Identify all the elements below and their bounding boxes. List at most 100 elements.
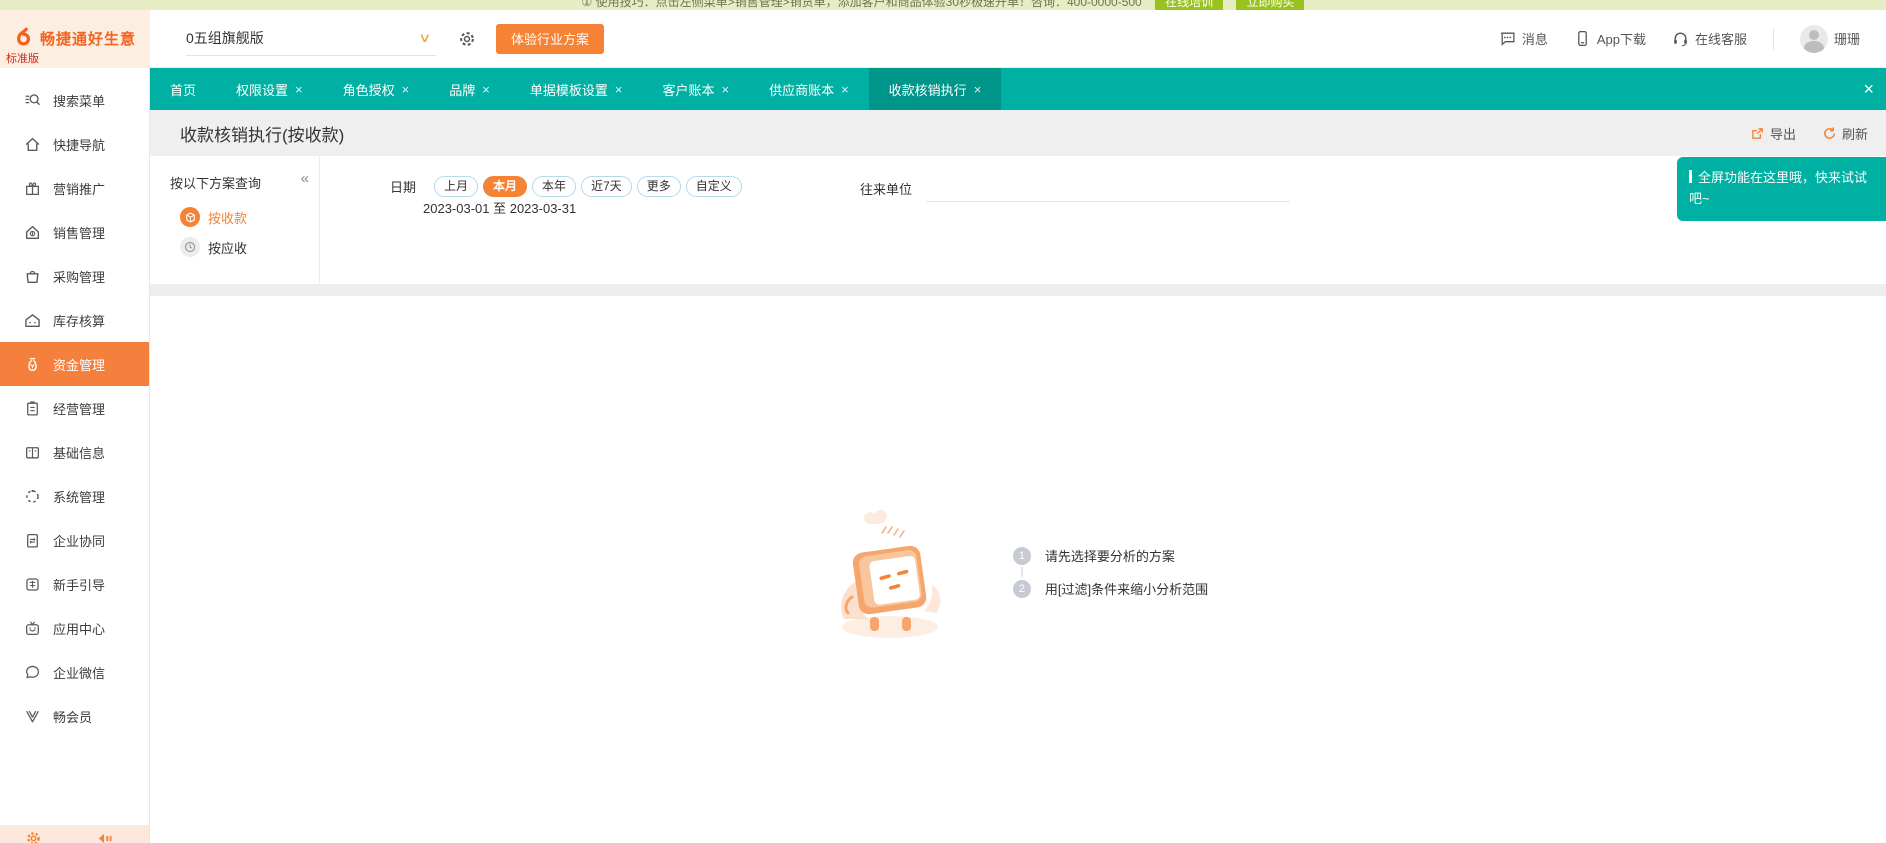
sidebar-item-label: 库存核算 — [53, 313, 106, 329]
sidebar-item-label: 采购管理 — [53, 269, 106, 285]
tab-label: 品牌 — [449, 82, 476, 98]
date-filter-label: 日期 — [390, 180, 417, 195]
tab-label: 首页 — [170, 82, 197, 98]
sidebar-item-label: 经营管理 — [53, 401, 106, 417]
step-connector — [1020, 567, 1023, 577]
online-training-button[interactable]: 在线培训 — [1155, 0, 1224, 10]
app-download-item[interactable]: App下载 — [1574, 29, 1646, 48]
gift-icon — [24, 180, 41, 197]
refresh-button[interactable]: 刷新 — [1822, 124, 1868, 143]
tab-supplier-ledger[interactable]: 供应商账本 × — [749, 68, 869, 110]
fullscreen-tooltip: 全屏功能在这里哦，快来试试吧~ — [1677, 157, 1886, 221]
tab-brand[interactable]: 品牌 × — [429, 68, 510, 110]
online-service-label: 在线客服 — [1694, 32, 1747, 47]
date-option-this-month[interactable]: 本月 — [483, 176, 528, 197]
tab-doc-template-settings[interactable]: 单据模板设置 × — [510, 68, 643, 110]
sidebar-item-base-info[interactable]: 基础信息 — [0, 430, 149, 474]
scheme-by-receivable[interactable]: 按应收 — [180, 237, 247, 257]
date-option-last-month[interactable]: 上月 — [434, 176, 479, 197]
sidebar-item-search-menu[interactable]: 搜索菜单 — [0, 78, 149, 122]
date-option-this-year[interactable]: 本年 — [532, 176, 577, 197]
collapse-panel-icon[interactable]: « — [301, 170, 309, 187]
scheme-panel: 按以下方案查询 « 按收款 按应收 — [150, 156, 320, 284]
empty-state-illustration — [828, 501, 953, 843]
sales-house-icon — [24, 224, 41, 241]
close-icon[interactable]: × — [402, 82, 410, 97]
collaboration-doc-icon — [24, 532, 41, 549]
member-v-icon — [24, 708, 41, 725]
sidebar: 搜索菜单 快捷导航 营销推广 销售管理 采购管理 库存核算 资金管理 经营管理 … — [0, 68, 150, 843]
scheme-label: 按收款 — [208, 210, 248, 226]
settings-gear-icon[interactable] — [458, 30, 476, 48]
close-icon[interactable]: × — [974, 82, 982, 97]
close-icon[interactable]: × — [615, 82, 623, 97]
close-icon[interactable]: × — [295, 82, 303, 97]
sidebar-item-app-center[interactable]: 应用中心 — [0, 606, 149, 650]
system-dotted-circle-icon — [24, 488, 41, 505]
clock-icon — [180, 237, 200, 257]
sidebar-item-wechat-work[interactable]: 企业微信 — [0, 650, 149, 694]
refresh-label: 刷新 — [1841, 126, 1868, 142]
step-text: 请先选择要分析的方案 — [1044, 549, 1175, 564]
date-option-more[interactable]: 更多 — [636, 176, 681, 197]
tab-home[interactable]: 首页 — [150, 68, 216, 110]
step-text: 用[过滤]条件来缩小分析范围 — [1044, 582, 1209, 597]
sidebar-item-quick-nav[interactable]: 快捷导航 — [0, 122, 149, 166]
date-option-last-7-days[interactable]: 近7天 — [581, 176, 632, 197]
tab-receipt-writeoff[interactable]: 收款核销执行 × — [868, 68, 1002, 110]
sidebar-item-member[interactable]: 畅会员 — [0, 694, 149, 738]
sidebar-item-system[interactable]: 系统管理 — [0, 474, 149, 518]
sidebar-item-funds[interactable]: 资金管理 — [0, 342, 149, 386]
export-icon — [1750, 126, 1765, 141]
username: 珊珊 — [1833, 32, 1860, 47]
messages-label: 消息 — [1521, 32, 1548, 47]
sidebar-item-label: 系统管理 — [53, 489, 106, 505]
export-button[interactable]: 导出 — [1750, 124, 1796, 143]
account-selector-value: 0五组旗舰版 — [186, 30, 264, 46]
page-title-bar: 收款核销执行(按收款) 导出 刷新 — [150, 110, 1886, 156]
tab-label: 权限设置 — [236, 82, 289, 98]
avatar — [1799, 24, 1828, 53]
partner-input[interactable] — [926, 178, 1290, 202]
sidebar-item-inventory[interactable]: 库存核算 — [0, 298, 149, 342]
app-header: 畅捷通好生意 标准版 0五组旗舰版 ∨ 体验行业方案 消息 App下载 在线客服… — [0, 9, 1886, 68]
sidebar-item-newbie-guide[interactable]: 新手引导 — [0, 562, 149, 606]
scheme-label: 按应收 — [208, 240, 248, 256]
page-title: 收款核销执行(按收款) — [180, 125, 345, 145]
tab-label: 角色授权 — [342, 82, 395, 98]
sidebar-item-label: 应用中心 — [53, 621, 106, 637]
close-icon[interactable]: × — [841, 82, 849, 97]
sidebar-settings-gear-icon[interactable] — [26, 825, 41, 843]
close-icon[interactable]: × — [482, 82, 490, 97]
home-icon — [24, 136, 41, 153]
tab-role-authorization[interactable]: 角色授权 × — [323, 68, 430, 110]
collapse-sidebar-icon[interactable] — [97, 825, 113, 843]
tab-label: 客户账本 — [662, 82, 715, 98]
user-profile[interactable]: 珊珊 — [1799, 24, 1860, 53]
sidebar-item-collaboration[interactable]: 企业协同 — [0, 518, 149, 562]
sidebar-item-marketing[interactable]: 营销推广 — [0, 166, 149, 210]
online-service-item[interactable]: 在线客服 — [1672, 29, 1747, 48]
close-icon[interactable]: × — [721, 82, 729, 97]
sidebar-item-sales[interactable]: 销售管理 — [0, 210, 149, 254]
messages-item[interactable]: 消息 — [1499, 29, 1548, 48]
content-area: 首页 权限设置 × 角色授权 × 品牌 × 单据模板设置 × 客户账本 × 供应… — [150, 68, 1886, 843]
tab-customer-ledger[interactable]: 客户账本 × — [642, 68, 749, 110]
brand-logo-icon — [10, 26, 36, 52]
header-divider — [1772, 27, 1774, 50]
scheme-by-receipt[interactable]: 按收款 — [180, 207, 247, 227]
sidebar-item-operations[interactable]: 经营管理 — [0, 386, 149, 430]
tabbar-close-icon[interactable]: × — [1863, 68, 1874, 110]
buy-now-button[interactable]: 立即购买 — [1236, 0, 1305, 10]
sidebar-item-label: 企业协同 — [53, 533, 106, 549]
sidebar-item-label: 快捷导航 — [53, 137, 106, 153]
date-option-custom[interactable]: 自定义 — [685, 176, 742, 197]
account-selector[interactable]: 0五组旗舰版 ∨ — [186, 22, 436, 56]
partner-filter-label: 往来单位 — [860, 182, 913, 197]
trial-industry-button[interactable]: 体验行业方案 — [496, 23, 605, 54]
tab-permission-settings[interactable]: 权限设置 × — [216, 68, 323, 110]
sidebar-item-purchase[interactable]: 采购管理 — [0, 254, 149, 298]
message-bubble-icon — [1499, 30, 1516, 47]
search-icon — [24, 92, 41, 109]
empty-state-steps: 1 请先选择要分析的方案 2 用[过滤]条件来缩小分析范围 — [1012, 546, 1209, 843]
